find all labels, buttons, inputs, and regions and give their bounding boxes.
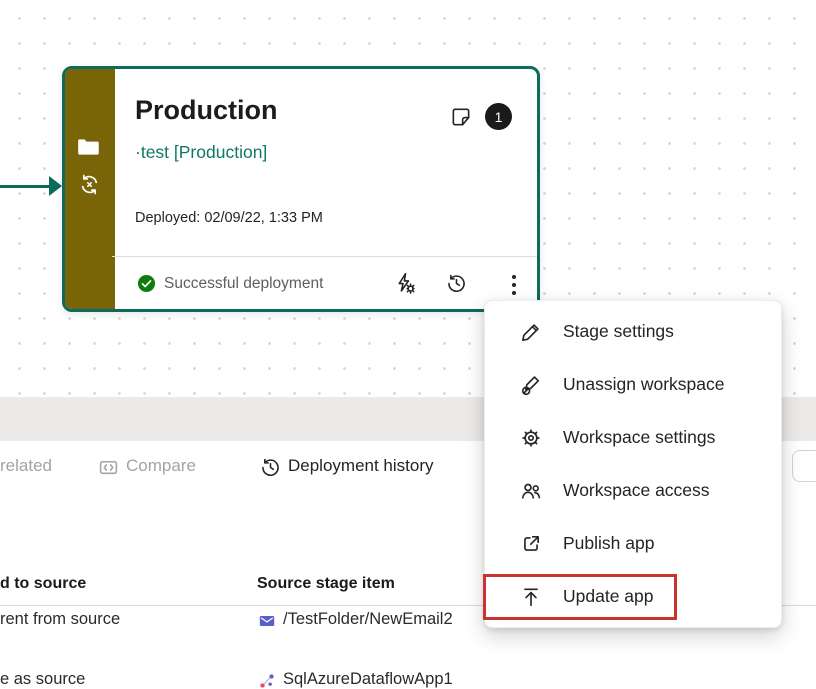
table-header-source-item: Source stage item xyxy=(257,575,395,592)
menu-item-workspace-access[interactable]: Workspace access xyxy=(485,464,781,517)
card-divider xyxy=(112,256,537,257)
pipeline-canvas: related Compare Deployment history d to … xyxy=(0,0,816,689)
tab-deployment-history[interactable]: Deployment history xyxy=(288,456,434,476)
deployed-value: 02/09/22, 1:33 PM xyxy=(204,210,323,226)
notes-count-badge[interactable]: 1 xyxy=(485,103,512,130)
deployment-status-text: Successful deployment xyxy=(164,275,324,292)
pencil-icon xyxy=(519,320,543,344)
table-header-compare: d to source xyxy=(0,575,87,592)
success-check-icon xyxy=(137,274,156,298)
menu-item-label: Update app xyxy=(563,586,654,606)
menu-item-label: Unassign workspace xyxy=(563,374,725,394)
dataflow-item-icon xyxy=(258,672,276,689)
people-icon xyxy=(519,479,543,503)
tab-compare[interactable]: Compare xyxy=(126,456,196,476)
menu-item-label: Publish app xyxy=(563,533,655,553)
pipeline-arrow-head xyxy=(49,176,62,196)
menu-item-workspace-settings[interactable]: Workspace settings xyxy=(485,411,781,464)
pipeline-arrow xyxy=(0,185,51,188)
stage-card-strip xyxy=(65,69,115,309)
workspace-link[interactable]: ·test [Production] xyxy=(135,142,267,163)
stage-card-production: Production 1 ·test [Production] Deployed… xyxy=(62,66,540,312)
menu-item-stage-settings[interactable]: Stage settings xyxy=(485,305,781,358)
publish-icon xyxy=(519,532,543,556)
compare-icon xyxy=(98,457,119,478)
sync-icon xyxy=(78,173,101,201)
menu-item-label: Stage settings xyxy=(563,321,674,341)
gear-icon xyxy=(519,426,543,450)
stage-context-menu: Stage settings Unassign workspace Worksp… xyxy=(484,300,782,628)
deployed-timestamp: Deployed: 02/09/22, 1:33 PM xyxy=(135,210,323,226)
menu-item-label: Workspace settings xyxy=(563,427,716,447)
update-arrow-icon xyxy=(519,585,543,609)
deployed-label: Deployed: xyxy=(135,210,201,226)
table-row-item-name[interactable]: /TestFolder/NewEmail2 xyxy=(283,610,453,629)
unassign-workspace-icon xyxy=(519,373,543,397)
deployment-history-icon xyxy=(260,457,281,478)
email-item-icon xyxy=(258,612,276,635)
menu-item-unassign-workspace[interactable]: Unassign workspace xyxy=(485,358,781,411)
table-row-compare-status: e as source xyxy=(0,670,86,688)
table-row-item-name[interactable]: SqlAzureDataflowApp1 xyxy=(283,670,453,689)
tab-unrelated-fragment[interactable]: related xyxy=(0,456,52,476)
menu-item-update-app[interactable]: Update app xyxy=(485,570,781,623)
stage-title: Production xyxy=(135,95,278,125)
deployment-history-icon[interactable] xyxy=(446,273,467,294)
menu-item-publish-app[interactable]: Publish app xyxy=(485,517,781,570)
partial-button[interactable] xyxy=(792,450,816,482)
table-row-compare-status: rent from source xyxy=(0,610,121,628)
note-icon[interactable] xyxy=(449,105,473,129)
deployment-rules-icon[interactable] xyxy=(393,271,416,294)
folder-icon xyxy=(76,135,102,164)
menu-item-label: Workspace access xyxy=(563,480,710,500)
